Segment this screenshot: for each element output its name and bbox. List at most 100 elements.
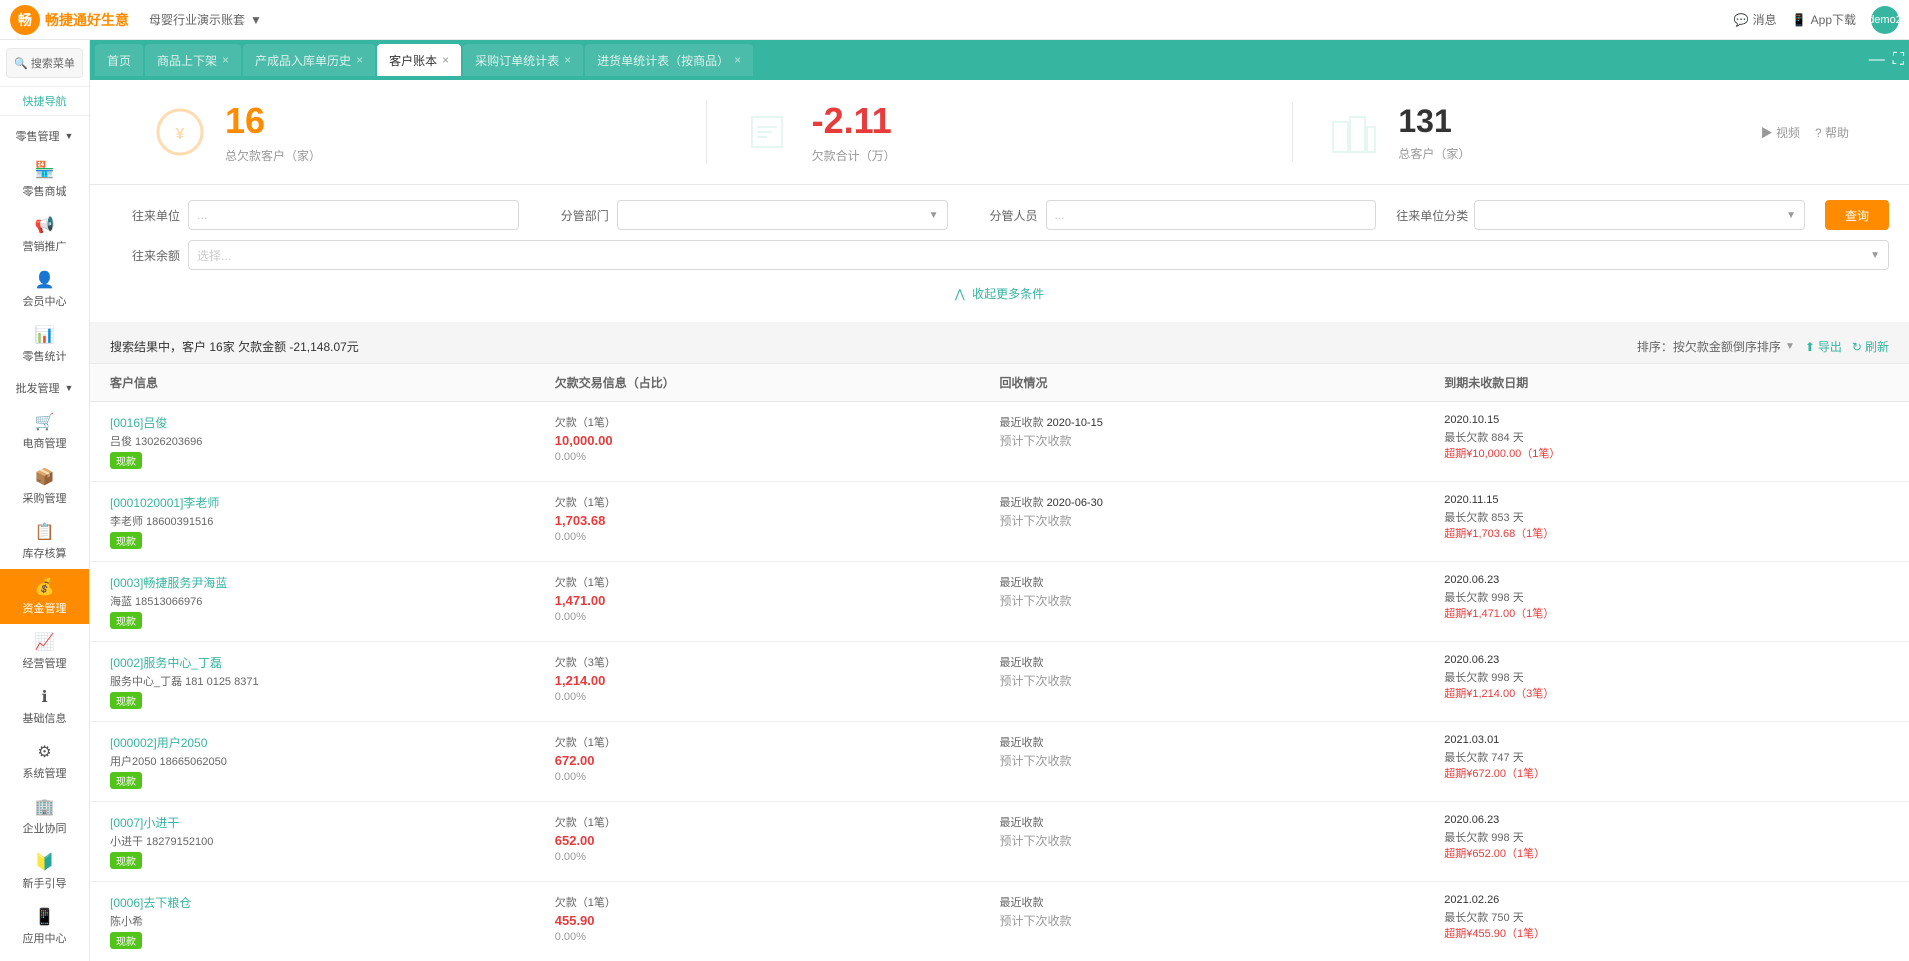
tab-minimize-icon[interactable]: — [1869,51,1885,69]
debt-count: 欠款（3笔） [555,654,1000,670]
person-dots-icon: ... [1055,208,1065,222]
customer-tag: 现款 [110,932,142,949]
customer-name-link[interactable]: [0007]小进干 [110,816,179,830]
sidebar-item-business-mgmt[interactable]: 📈 经营管理 [0,624,89,679]
debt-amount[interactable]: 10,000.00 [555,433,1000,448]
overdue-amount[interactable]: 超期¥1,214.00（3笔） [1444,685,1889,701]
sidebar-item-basic-info[interactable]: ℹ 基础信息 [0,679,89,734]
user-avatar[interactable]: demo2 [1871,6,1899,34]
company-selector[interactable]: 母婴行业演示账套 ▼ [139,11,272,28]
quick-nav-button[interactable]: 快捷导航 [0,87,89,116]
overdue-amount[interactable]: 超期¥455.90（1笔） [1444,925,1889,941]
last-collection-label: 最近收款 [1000,497,1044,509]
tab-bar: 首页 商品上下架 × 产成品入库单历史 × 客户账本 × 采购订单统计表 × [90,40,1909,80]
customer-name-link[interactable]: [0002]服务中心_丁磊 [110,656,222,670]
tab-incoming-stats-label: 进货单统计表（按商品） [597,52,729,69]
customer-contact: 陈小希 [110,913,555,929]
tab-maximize-icon[interactable]: ⛶ [1893,51,1904,69]
sidebar-item-inventory[interactable]: 📋 库存核算 [0,514,89,569]
balance-select[interactable]: 选择... ▼ [188,240,1889,270]
overdue-amount[interactable]: 超期¥1,471.00（1笔） [1444,605,1889,621]
debt-amount[interactable]: 455.90 [555,913,1000,928]
view-button[interactable]: ▶ 视频 [1761,124,1800,141]
debt-count: 欠款（1笔） [555,814,1000,830]
next-collection: 预计下次收款 [1000,672,1445,689]
overdue-amount[interactable]: 超期¥672.00（1笔） [1444,765,1889,781]
quick-nav-label: 快捷导航 [23,96,67,108]
sidebar-item-zero-retail-mgmt[interactable]: 零售管理 ▼ [0,120,89,152]
overdue-amount[interactable]: 超期¥652.00（1笔） [1444,845,1889,861]
debt-amount[interactable]: 1,214.00 [555,673,1000,688]
tab-close-icon[interactable]: × [734,53,741,67]
supplier-input[interactable]: ... [188,200,519,230]
category-select[interactable]: ▼ [1474,200,1805,230]
sidebar-item-ecommerce[interactable]: 🛒 电商管理 [0,404,89,459]
app-download-button[interactable]: 📱 App下载 [1792,11,1856,28]
overdue-amount[interactable]: 超期¥1,703.68（1笔） [1444,525,1889,541]
recovery-cell: 最近收款 预计下次收款 [1000,654,1445,709]
sidebar-item-zero-retail-store[interactable]: 🏪 零售商城 [0,152,89,207]
tab-close-icon[interactable]: × [564,53,571,67]
debt-amount[interactable]: 1,471.00 [555,593,1000,608]
customer-tag: 现款 [110,612,142,629]
debt-amount[interactable]: 652.00 [555,833,1000,848]
sidebar-item-retail-stats[interactable]: 📊 零售统计 [0,317,89,372]
col-debt-info: 欠款交易信息（占比） [555,374,1000,391]
customer-info-cell: [0002]服务中心_丁磊 服务中心_丁磊 181 0125 8371 现款 [110,654,555,709]
tab-close-icon[interactable]: × [222,53,229,67]
sidebar-item-beginner[interactable]: 🔰 新手引导 [0,844,89,899]
tab-close-icon[interactable]: × [442,53,449,67]
sidebar-search-button[interactable]: 🔍 搜索菜单 [6,48,83,78]
stat-debt-customers: ¥ 16 总欠款客户（家） [120,100,706,164]
message-button[interactable]: 💬 消息 [1734,11,1777,28]
sidebar-item-wechat[interactable]: 💬 企业微信 [0,954,89,961]
tab-home[interactable]: 首页 [95,44,143,76]
overdue-amount[interactable]: 超期¥10,000.00（1笔） [1444,445,1889,461]
sidebar-item-finance[interactable]: 💰 资金管理 [0,569,89,624]
collapse-button[interactable]: ⋀ 收起更多条件 [110,280,1889,307]
customer-name-link[interactable]: [000002]用户2050 [110,736,207,750]
sidebar-item-purchase-mgmt[interactable]: 📦 采购管理 [0,459,89,514]
view-icon: ▶ [1761,126,1776,140]
sort-select[interactable]: 排序：按欠款金额倒序排序 ▼ [1637,338,1795,355]
dept-select[interactable]: ▼ [617,200,948,230]
tab-purchase-summary[interactable]: 采购订单统计表 × [463,44,583,76]
app-download-icon: 📱 [1792,13,1807,27]
sidebar-item-label: 批发管理 [16,380,60,396]
debt-amount[interactable]: 672.00 [555,753,1000,768]
sidebar-item-batch-mgmt[interactable]: 批发管理 ▼ [0,372,89,404]
person-input[interactable]: ... [1046,200,1377,230]
sidebar-item-member-center[interactable]: 👤 会员中心 [0,262,89,317]
sidebar-item-system-mgmt[interactable]: ⚙ 系统管理 [0,734,89,789]
customer-name-link[interactable]: [0006]去下粮仓 [110,896,191,910]
tab-customer-account[interactable]: 客户账本 × [377,44,461,76]
export-button[interactable]: ⬆ 导出 [1805,338,1842,355]
customer-name-link[interactable]: [0016]吕俊 [110,416,167,430]
debt-amount[interactable]: 1,703.68 [555,513,1000,528]
debt-info-cell: 欠款（3笔） 1,214.00 0.00% [555,654,1000,709]
sidebar-item-enterprise[interactable]: 🏢 企业协同 [0,789,89,844]
help-button[interactable]: ? 帮助 [1815,124,1849,141]
last-collection-label: 最近收款 [1000,897,1044,909]
last-collection-date: 2020-10-15 [1047,417,1103,429]
sidebar-item-marketing[interactable]: 📢 营销推广 [0,207,89,262]
tab-close-icon[interactable]: × [356,53,363,67]
debt-ratio: 0.00% [555,851,1000,863]
debt-amount-label: 欠款合计（万） [812,147,896,164]
customer-contact: 李老师 18600391516 [110,513,555,529]
tab-product-offline[interactable]: 商品上下架 × [145,44,241,76]
overdue-days: 最长欠款 998 天 [1444,829,1889,845]
recovery-cell: 最近收款 预计下次收款 [1000,894,1445,949]
debt-info-cell: 欠款（1笔） 1,471.00 0.00% [555,574,1000,629]
refresh-button[interactable]: ↻ 刷新 [1852,338,1889,355]
tab-production-history[interactable]: 产成品入库单历史 × [243,44,375,76]
customer-name-link[interactable]: [0003]畅捷服务尹海蓝 [110,576,227,590]
view-label: 视频 [1776,126,1800,140]
next-collection: 预计下次收款 [1000,592,1445,609]
customer-name-link[interactable]: [0001020001]李老师 [110,496,219,510]
customer-contact: 小进干 18279152100 [110,833,555,849]
query-button[interactable]: 查询 [1825,200,1889,230]
debt-count: 欠款（1笔） [555,494,1000,510]
tab-incoming-stats[interactable]: 进货单统计表（按商品） × [585,44,753,76]
sidebar-item-app-center[interactable]: 📱 应用中心 [0,899,89,954]
